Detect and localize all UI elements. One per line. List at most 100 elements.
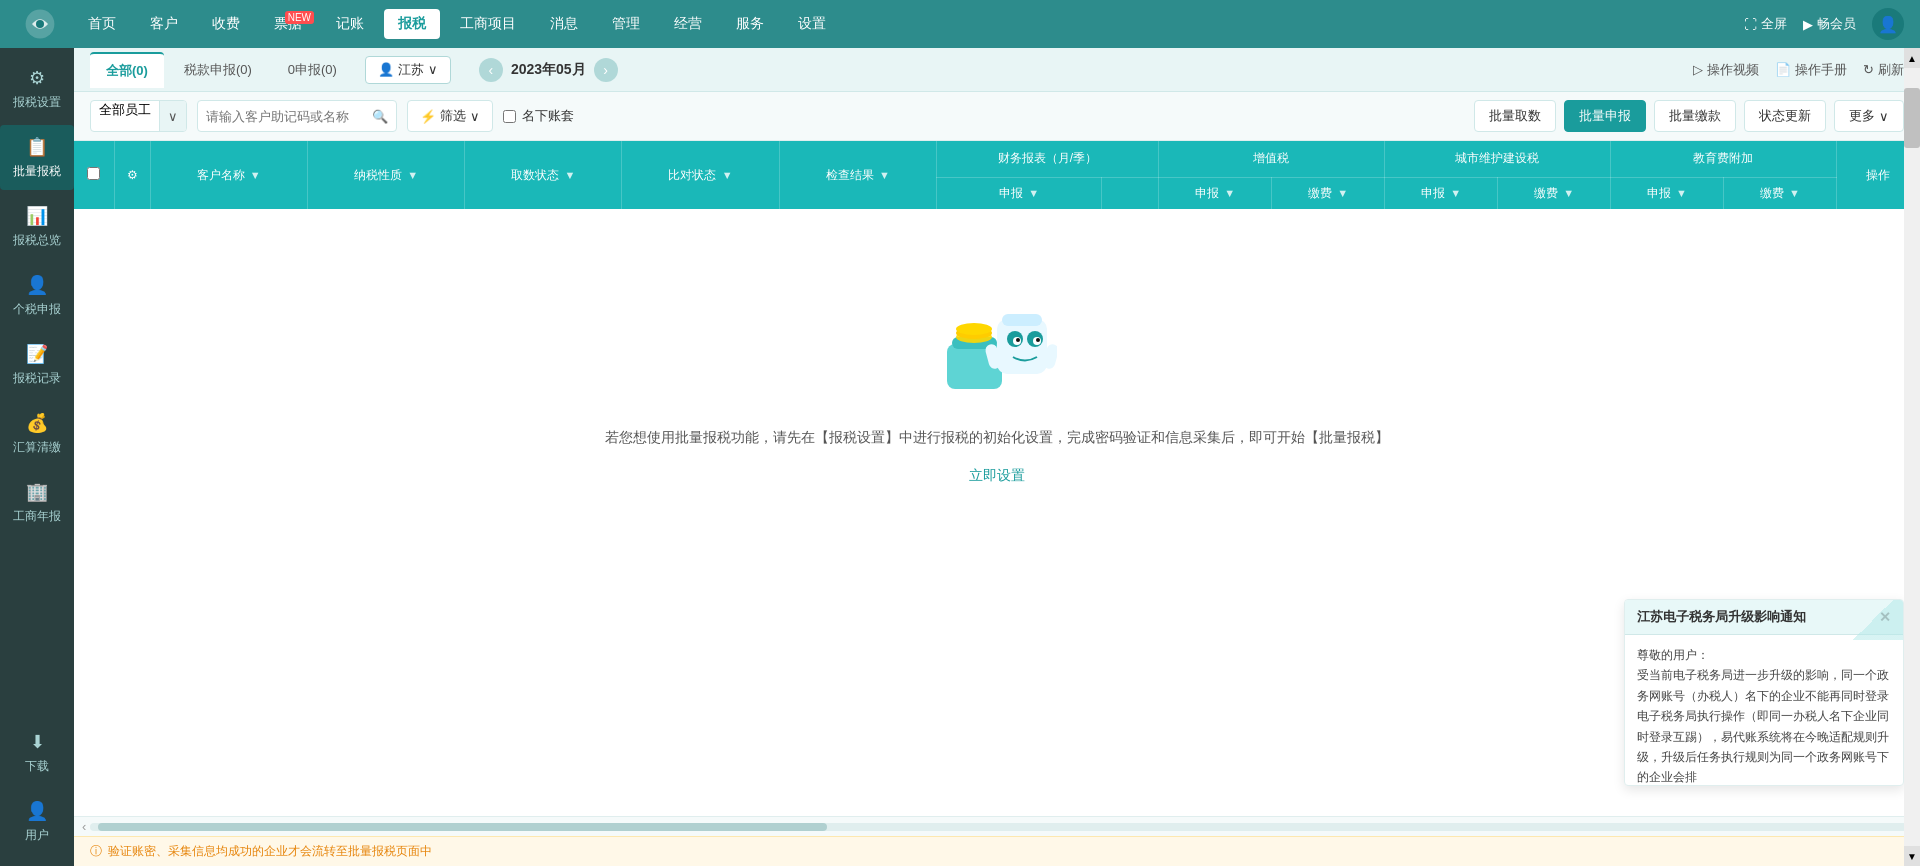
vat-th: 增值税 — [1158, 141, 1384, 177]
tab-tax-declare[interactable]: 税款申报(0) — [168, 53, 268, 87]
sidebar-item-tax-settings[interactable]: ⚙ 报税设置 — [0, 56, 74, 121]
sidebar-item-annual-report[interactable]: 🏢 工商年报 — [0, 470, 74, 535]
chevron-down-icon: ∨ — [428, 62, 438, 77]
province-selector[interactable]: 👤 江苏 ∨ — [365, 56, 451, 84]
notification-body: 尊敬的用户： 受当前电子税务局进一步升级的影响，同一个政务网账号（办税人）名下的… — [1625, 635, 1903, 785]
horizontal-scroll-track[interactable] — [90, 823, 1912, 831]
account-checkbox[interactable] — [503, 110, 516, 123]
download-icon: ⬇ — [25, 730, 49, 754]
nav-home[interactable]: 首页 — [74, 9, 130, 39]
financial-declare-filter[interactable]: ▼ — [1028, 187, 1039, 199]
nav-service[interactable]: 服务 — [722, 9, 778, 39]
video-tutorial-link[interactable]: ▷ 操作视频 — [1693, 61, 1759, 79]
financial-th: 财务报表（月/季） — [936, 141, 1158, 177]
edu-declare-filter[interactable]: ▼ — [1676, 187, 1687, 199]
sidebar-item-batch-tax[interactable]: 📋 批量报税 — [0, 125, 74, 190]
scrollbar-track[interactable] — [1904, 68, 1920, 846]
nav-operation[interactable]: 经营 — [660, 9, 716, 39]
avatar[interactable]: 👤 — [1872, 8, 1904, 40]
select-all-checkbox[interactable] — [87, 167, 100, 180]
vat-pay-filter[interactable]: ▼ — [1337, 187, 1348, 199]
video-icon: ▷ — [1693, 62, 1703, 77]
compare-status-th: 比对状态 ▼ — [622, 141, 779, 209]
batch-declare-button[interactable]: 批量申报 — [1564, 100, 1646, 132]
horizontal-scroll-thumb[interactable] — [98, 823, 827, 831]
prev-month-button[interactable]: ‹ — [479, 58, 503, 82]
right-scrollbar: ▲ ▼ — [1904, 48, 1920, 866]
search-box: 🔍 — [197, 100, 397, 132]
nav-items: 首页 客户 收费 票据 NEW 记账 报税 工商项目 消息 管理 经营 服务 设… — [74, 9, 1744, 39]
client-name-th: 客户名称 ▼ — [150, 141, 307, 209]
nav-customer[interactable]: 客户 — [136, 9, 192, 39]
tab-zero-declare[interactable]: 0申报(0) — [272, 53, 353, 87]
city-pay-filter[interactable]: ▼ — [1563, 187, 1574, 199]
scrollbar-down-button[interactable]: ▼ — [1904, 846, 1920, 866]
sidebar-item-download[interactable]: ⬇ 下载 — [0, 720, 74, 785]
vat-declare-filter[interactable]: ▼ — [1224, 187, 1235, 199]
checkbox-label[interactable]: 名下账套 — [503, 107, 574, 125]
refresh-button[interactable]: ↻ 刷新 — [1863, 61, 1904, 79]
setup-link[interactable]: 立即设置 — [969, 467, 1025, 485]
scrollbar-up-button[interactable]: ▲ — [1904, 48, 1920, 68]
tax-type-filter-icon[interactable]: ▼ — [407, 169, 418, 181]
right-buttons: 批量取数 批量申报 批量缴款 状态更新 更多 ∨ — [1474, 100, 1904, 132]
manual-link[interactable]: 📄 操作手册 — [1775, 61, 1847, 79]
svg-point-14 — [1036, 338, 1040, 342]
scrollbar-thumb[interactable] — [1904, 88, 1920, 148]
staff-dropdown-arrow[interactable]: ∨ — [159, 101, 186, 131]
sidebar: ⚙ 报税设置 📋 批量报税 📊 报税总览 👤 个税申报 📝 报税记录 💰 汇算清… — [0, 48, 74, 866]
sidebar-item-settlement[interactable]: 💰 汇算清缴 — [0, 401, 74, 466]
nav-message[interactable]: 消息 — [536, 9, 592, 39]
nav-tax[interactable]: 报税 — [384, 9, 440, 39]
check-result-filter-icon[interactable]: ▼ — [879, 169, 890, 181]
sidebar-item-tax-records[interactable]: 📝 报税记录 — [0, 332, 74, 397]
batch-pay-button[interactable]: 批量缴款 — [1654, 100, 1736, 132]
svg-point-6 — [956, 323, 992, 335]
vat-pay-th: 缴费 ▼ — [1271, 177, 1384, 209]
next-month-button[interactable]: › — [594, 58, 618, 82]
filter-chevron-icon: ∨ — [470, 109, 480, 124]
svg-point-1 — [36, 20, 44, 28]
edu-tax-th: 教育费附加 — [1610, 141, 1836, 177]
staff-selector[interactable]: 全部员工 ∨ — [90, 100, 187, 132]
compare-status-filter-icon[interactable]: ▼ — [722, 169, 733, 181]
filter-button[interactable]: ⚡ 筛选 ∨ — [407, 100, 493, 132]
nav-manage[interactable]: 管理 — [598, 9, 654, 39]
tab-bar: 全部(0) 税款申报(0) 0申报(0) 👤 江苏 ∨ ‹ 2023年05月 ›… — [74, 48, 1920, 92]
status-update-button[interactable]: 状态更新 — [1744, 100, 1826, 132]
nav-business[interactable]: 工商项目 — [446, 9, 530, 39]
fullscreen-button[interactable]: ⛶ 全屏 — [1744, 15, 1787, 33]
vip-button[interactable]: ▶ 畅会员 — [1803, 15, 1856, 33]
notification-decoration — [1843, 600, 1903, 640]
client-name-filter-icon[interactable]: ▼ — [250, 169, 261, 181]
sidebar-item-user[interactable]: 👤 用户 — [0, 789, 74, 854]
sidebar-item-tax-overview[interactable]: 📊 报税总览 — [0, 194, 74, 259]
gear-icon[interactable]: ⚙ — [127, 168, 138, 182]
svg-rect-8 — [1002, 314, 1042, 326]
date-navigation: ‹ 2023年05月 › — [479, 58, 618, 82]
tab-all[interactable]: 全部(0) — [90, 52, 164, 88]
search-icon[interactable]: 🔍 — [372, 109, 388, 124]
fullscreen-icon: ⛶ — [1744, 17, 1757, 32]
batch-fetch-button[interactable]: 批量取数 — [1474, 100, 1556, 132]
nav-bookkeeping[interactable]: 记账 — [322, 9, 378, 39]
nav-invoice[interactable]: 票据 NEW — [260, 9, 316, 39]
scroll-left-arrow[interactable]: ‹ — [82, 819, 86, 834]
city-declare-filter[interactable]: ▼ — [1450, 187, 1461, 199]
batch-tax-icon: 📋 — [25, 135, 49, 159]
edu-pay-filter[interactable]: ▼ — [1789, 187, 1800, 199]
more-button[interactable]: 更多 ∨ — [1834, 100, 1904, 132]
search-input[interactable] — [206, 109, 366, 124]
fetch-status-filter-icon[interactable]: ▼ — [564, 169, 575, 181]
new-badge: NEW — [285, 11, 314, 24]
table-header-row: ⚙ 客户名称 ▼ 纳税性质 ▼ 取数状态 ▼ — [74, 141, 1920, 177]
nav-charge[interactable]: 收费 — [198, 9, 254, 39]
top-navigation: 首页 客户 收费 票据 NEW 记账 报税 工商项目 消息 管理 经营 服务 设… — [0, 0, 1920, 48]
app-logo — [16, 0, 64, 48]
nav-settings[interactable]: 设置 — [784, 9, 840, 39]
tab-bar-right: ▷ 操作视频 📄 操作手册 ↻ 刷新 — [1693, 61, 1904, 79]
filter-icon: ⚡ — [420, 109, 436, 124]
tax-settings-icon: ⚙ — [25, 66, 49, 90]
annual-report-icon: 🏢 — [25, 480, 49, 504]
sidebar-item-personal-tax[interactable]: 👤 个税申报 — [0, 263, 74, 328]
